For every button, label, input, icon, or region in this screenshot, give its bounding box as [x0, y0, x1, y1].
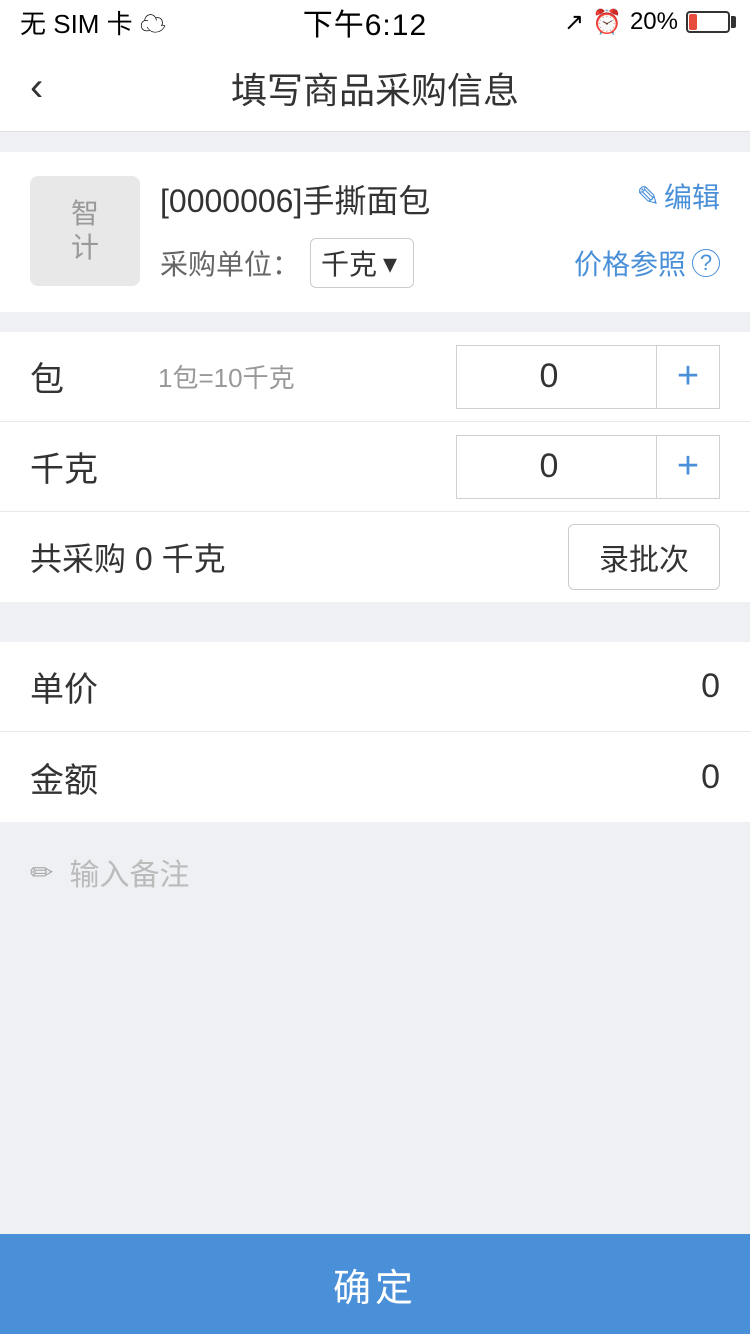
- amount-label: 金额: [30, 753, 98, 802]
- bag-sub-label: 1包=10千克: [158, 358, 295, 395]
- kg-input-right: +: [456, 435, 720, 499]
- empty-area: [0, 922, 750, 1222]
- edit-label: 编辑: [664, 176, 720, 216]
- sim-label: 无 SIM 卡 ☁: [20, 4, 166, 41]
- amount-row: 金额 0: [0, 732, 750, 822]
- unit-select[interactable]: 千克 ▾: [310, 238, 414, 288]
- product-logo: 智 计: [71, 197, 99, 264]
- kg-plus-button[interactable]: +: [656, 435, 720, 499]
- edit-button[interactable]: ✎ 编辑: [637, 176, 720, 216]
- note-placeholder: 输入备注: [69, 850, 189, 894]
- battery-percent: 20%: [630, 8, 678, 36]
- unit-price-value: 0: [701, 667, 720, 706]
- chevron-down-icon: ▾: [383, 247, 397, 280]
- price-ref-label: 价格参照: [574, 243, 686, 283]
- nav-bar: ‹ 填写商品采购信息: [0, 44, 750, 132]
- price-amount-section: 单价 0 金额 0: [0, 642, 750, 822]
- confirm-button[interactable]: 确定: [0, 1234, 750, 1334]
- summary-row: 共采购 0 千克 录批次: [0, 512, 750, 602]
- kg-input-row: 千克 +: [0, 422, 750, 512]
- alarm-icon: ⏰: [592, 8, 622, 37]
- section-divider-2: [0, 602, 750, 622]
- product-thumbnail: 智 计: [30, 176, 140, 286]
- product-card: 智 计 [0000006]手撕面包 ✎ 编辑 采购单位： 千克: [0, 152, 750, 312]
- status-time: 下午6:12: [303, 0, 427, 44]
- note-section[interactable]: ✏ 输入备注: [0, 822, 750, 922]
- status-right: ↗ ⏰ 20%: [564, 8, 730, 37]
- product-name: [0000006]手撕面包: [160, 176, 430, 222]
- bag-label: 包: [30, 352, 150, 401]
- section-divider-1: [0, 312, 750, 332]
- unit-value: 千克: [321, 243, 377, 283]
- main-content: 智 计 [0000006]手撕面包 ✎ 编辑 采购单位： 千克: [0, 132, 750, 1234]
- pencil-icon: ✏: [30, 856, 53, 889]
- battery-icon: [686, 11, 730, 33]
- price-ref-button[interactable]: 价格参照 ?: [574, 243, 720, 283]
- purchase-unit-row: 采购单位： 千克 ▾ 价格参照 ?: [160, 238, 720, 288]
- unit-price-label: 单价: [30, 662, 98, 711]
- status-left: 无 SIM 卡 ☁: [20, 4, 166, 41]
- back-button[interactable]: ‹: [30, 65, 43, 110]
- bag-input-row: 包 1包=10千克 +: [0, 332, 750, 422]
- kg-label: 千克: [30, 442, 150, 491]
- bag-input-right: +: [456, 345, 720, 409]
- amount-value: 0: [701, 758, 720, 797]
- status-bar: 无 SIM 卡 ☁ 下午6:12 ↗ ⏰ 20%: [0, 0, 750, 44]
- unit-price-row: 单价 0: [0, 642, 750, 732]
- location-icon: ↗: [564, 8, 584, 37]
- kg-input[interactable]: [456, 435, 656, 499]
- purchase-unit-label: 采购单位： 千克 ▾: [160, 238, 414, 288]
- quantity-section: 包 1包=10千克 + 千克 + 共采购 0 千克 录批次: [0, 332, 750, 602]
- bag-plus-button[interactable]: +: [656, 345, 720, 409]
- page-title: 填写商品采购信息: [231, 62, 519, 114]
- bag-input[interactable]: [456, 345, 656, 409]
- product-info: [0000006]手撕面包 ✎ 编辑 采购单位： 千克 ▾: [160, 176, 720, 288]
- product-name-row: [0000006]手撕面包 ✎ 编辑: [160, 176, 720, 222]
- summary-text: 共采购 0 千克: [30, 534, 226, 580]
- bottom-bar: 确定: [0, 1234, 750, 1334]
- edit-icon: ✎: [637, 180, 660, 213]
- batch-button[interactable]: 录批次: [568, 524, 720, 590]
- info-icon: ?: [692, 249, 720, 277]
